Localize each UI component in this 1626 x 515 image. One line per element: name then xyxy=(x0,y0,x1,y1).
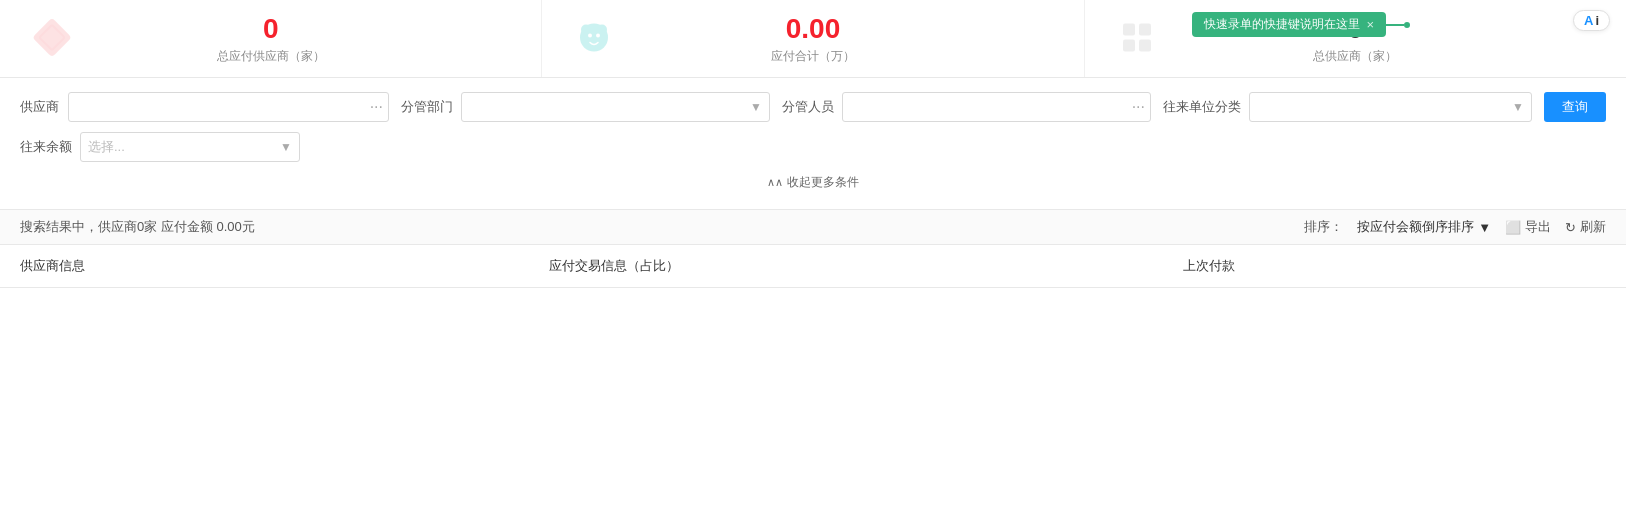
table-body xyxy=(0,288,1626,515)
department-field: 分管部门 ▼ xyxy=(401,92,770,122)
svg-rect-9 xyxy=(1123,39,1135,51)
payable-total-label: 应付合计（万） xyxy=(771,48,855,65)
balance-select-wrap: 选择... ▼ xyxy=(80,132,300,162)
top-stats: 0 总应付供应商（家） 0.00 应付合计（万） xyxy=(0,0,1626,78)
query-button[interactable]: 查询 xyxy=(1544,92,1606,122)
collapse-button[interactable]: ∧∧ 收起更多条件 xyxy=(753,172,873,193)
unit-category-label: 往来单位分类 xyxy=(1163,98,1241,116)
col-supplier-info-header: 供应商信息 xyxy=(20,257,549,275)
svg-point-3 xyxy=(581,24,591,34)
payable-suppliers-value: 0 xyxy=(263,12,279,46)
svg-rect-8 xyxy=(1139,23,1151,35)
refresh-button[interactable]: ↻ 刷新 xyxy=(1565,218,1606,236)
balance-label: 往来余额 xyxy=(20,138,72,156)
person-field: 分管人员 ··· xyxy=(782,92,1151,122)
result-bar: 搜索结果中，供应商0家 应付金额 0.00元 排序： 按应付会额倒序排序 ▼ ⬜… xyxy=(0,210,1626,245)
ai-badge[interactable]: Ai xyxy=(1573,10,1610,31)
supplier-label: 供应商 xyxy=(20,98,60,116)
search-area: 供应商 ··· 分管部门 ▼ 分管人员 ··· xyxy=(0,78,1626,210)
payable-suppliers-label: 总应付供应商（家） xyxy=(217,48,325,65)
diamond-icon xyxy=(30,15,74,62)
result-info: 搜索结果中，供应商0家 应付金额 0.00元 xyxy=(20,218,255,236)
svg-rect-10 xyxy=(1139,39,1151,51)
collapse-bar: ∧∧ 收起更多条件 xyxy=(20,166,1606,203)
department-select-wrap: ▼ xyxy=(461,92,770,122)
svg-rect-7 xyxy=(1123,23,1135,35)
col-transaction-header: 应付交易信息（占比） xyxy=(549,257,1183,275)
sort-select[interactable]: 按应付会额倒序排序 ▼ xyxy=(1357,218,1491,236)
search-row-2: 往来余额 选择... ▼ xyxy=(20,132,1606,162)
tooltip-text: 快速录单的快捷键说明在这里 xyxy=(1204,16,1360,33)
department-label: 分管部门 xyxy=(401,98,453,116)
supplier-input[interactable] xyxy=(68,92,389,122)
search-row-1: 供应商 ··· 分管部门 ▼ 分管人员 ··· xyxy=(20,92,1606,122)
refresh-label: 刷新 xyxy=(1580,218,1606,236)
bear-icon xyxy=(572,15,616,62)
ai-letter-a: A xyxy=(1584,13,1593,28)
person-input[interactable] xyxy=(842,92,1151,122)
payable-total-value: 0.00 xyxy=(786,12,841,46)
supplier-field: 供应商 ··· xyxy=(20,92,389,122)
table-header: 供应商信息 应付交易信息（占比） 上次付款 xyxy=(0,245,1626,288)
stat-payable-total: 0.00 应付合计（万） xyxy=(542,0,1084,77)
svg-rect-0 xyxy=(32,17,72,57)
balance-select[interactable] xyxy=(80,132,300,162)
col-last-payment-header: 上次付款 xyxy=(1183,257,1606,275)
total-suppliers-label: 总供应商（家） xyxy=(1313,48,1397,65)
unit-category-select-wrap: ▼ xyxy=(1249,92,1532,122)
ai-letter-i: i xyxy=(1595,13,1599,28)
stat-payable-suppliers: 0 总应付供应商（家） xyxy=(0,0,542,77)
result-actions: 排序： 按应付会额倒序排序 ▼ ⬜ 导出 ↻ 刷新 xyxy=(1304,218,1606,236)
svg-point-6 xyxy=(596,33,600,37)
sort-arrow-icon: ▼ xyxy=(1478,220,1491,235)
export-button[interactable]: ⬜ 导出 xyxy=(1505,218,1551,236)
person-label: 分管人员 xyxy=(782,98,834,116)
refresh-icon: ↻ xyxy=(1565,220,1576,235)
balance-field: 往来余额 选择... ▼ xyxy=(20,132,300,162)
department-select[interactable] xyxy=(461,92,770,122)
tooltip-close-button[interactable]: × xyxy=(1366,17,1374,32)
svg-point-5 xyxy=(588,33,592,37)
unit-category-field: 往来单位分类 ▼ xyxy=(1163,92,1532,122)
grid-icon xyxy=(1115,15,1159,62)
supplier-input-wrap: ··· xyxy=(68,92,389,122)
svg-point-4 xyxy=(597,24,607,34)
person-dots[interactable]: ··· xyxy=(1132,98,1145,116)
unit-category-select[interactable] xyxy=(1249,92,1532,122)
stat-total-suppliers: 0 总供应商（家） 快速录单的快捷键说明在这里 × xyxy=(1085,0,1626,77)
collapse-label: 收起更多条件 xyxy=(787,174,859,191)
collapse-up-icon: ∧∧ xyxy=(767,176,783,189)
supplier-dots[interactable]: ··· xyxy=(370,98,383,116)
sort-value: 按应付会额倒序排序 xyxy=(1357,218,1474,236)
export-label: 导出 xyxy=(1525,218,1551,236)
export-icon: ⬜ xyxy=(1505,220,1521,235)
shortcut-tooltip: 快速录单的快捷键说明在这里 × xyxy=(1192,12,1386,37)
person-input-wrap: ··· xyxy=(842,92,1151,122)
tooltip-dot xyxy=(1402,20,1412,30)
sort-label: 排序： xyxy=(1304,218,1343,236)
